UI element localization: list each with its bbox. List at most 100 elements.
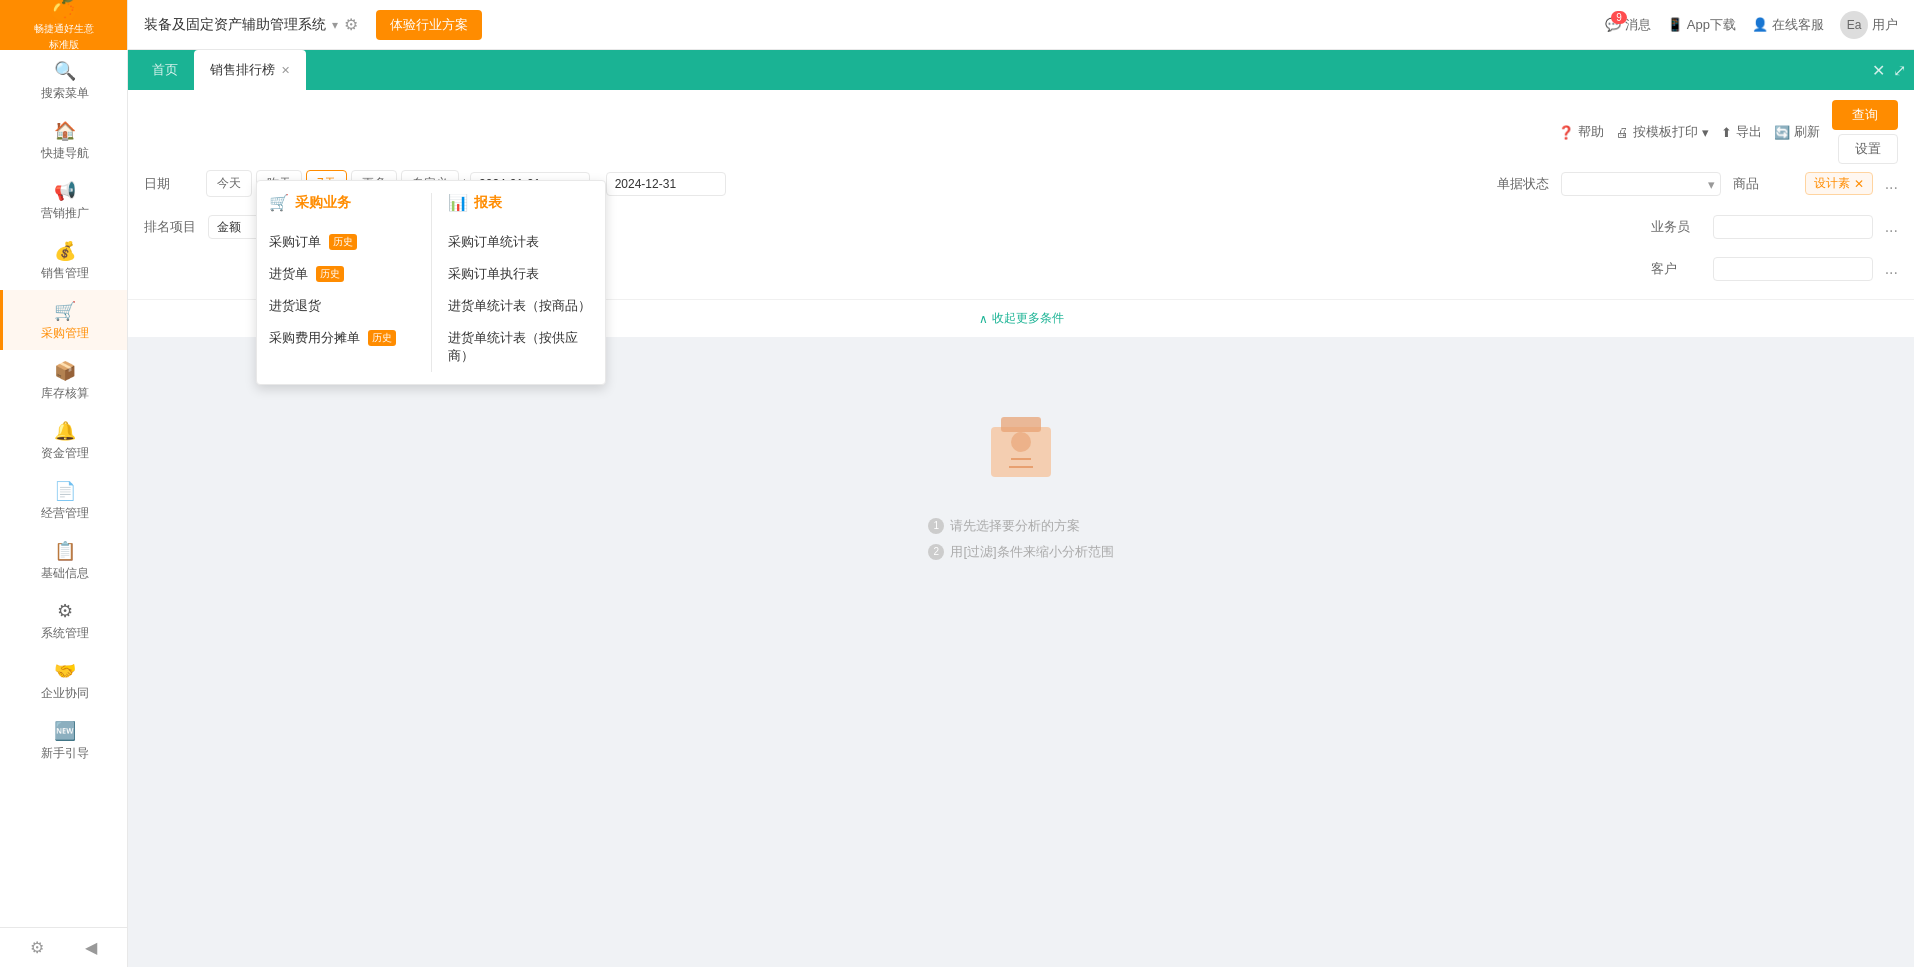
sidebar-settings-btn[interactable]: ⚙ xyxy=(30,938,44,957)
topbar: 装备及固定资产辅助管理系统 ▾ ⚙ 体验行业方案 💬 9 消息 📱 App下载 … xyxy=(128,0,1914,50)
online-service-label: 在线客服 xyxy=(1772,16,1824,34)
help-button[interactable]: ❓ 帮助 xyxy=(1558,123,1604,141)
topbar-gear-icon[interactable]: ⚙ xyxy=(344,15,358,34)
dropdown-item-inbound-by-supplier[interactable]: 进货单统计表（按供应商） xyxy=(448,322,594,372)
sidebar-item-business[interactable]: 📄 经营管理 xyxy=(0,470,127,530)
dropdown-item-expense[interactable]: 采购费用分摊单 历史 xyxy=(269,322,415,354)
customer-input[interactable] xyxy=(1713,257,1873,281)
date-filter-label: 日期 xyxy=(144,175,194,193)
dropdown-item-inbound[interactable]: 进货单 历史 xyxy=(269,258,415,290)
goods-label: 商品 xyxy=(1733,175,1793,193)
hint-num-1: 1 xyxy=(928,518,944,534)
hint-num-2: 2 xyxy=(928,544,944,560)
tabbar-window-btns: ✕ ⤢ xyxy=(1872,61,1906,80)
app-download-label: App下载 xyxy=(1687,16,1736,34)
dropdown-item-purchase-order[interactable]: 采购订单 历史 xyxy=(269,226,415,258)
sidebar-item-marketing[interactable]: 📢 营销推广 xyxy=(0,170,127,230)
trial-button[interactable]: 体验行业方案 xyxy=(376,10,482,40)
dropdown-item-order-stats[interactable]: 采购订单统计表 xyxy=(448,226,594,258)
goods-tag-close-icon[interactable]: ✕ xyxy=(1854,177,1864,191)
tab-sales-rank-label: 销售排行榜 xyxy=(210,61,275,79)
dropdown-item-order-exec[interactable]: 采购订单执行表 xyxy=(448,258,594,290)
maximize-window-icon[interactable]: ⤢ xyxy=(1893,61,1906,80)
customer-label: 客户 xyxy=(1651,260,1701,278)
sidebar-label-business: 经营管理 xyxy=(41,505,89,522)
sidebar-label-marketing: 营销推广 xyxy=(41,205,89,222)
sales-icon: 💰 xyxy=(54,240,76,262)
date-end-input[interactable] xyxy=(606,172,726,196)
empty-illustration xyxy=(971,397,1071,497)
message-badge: 9 xyxy=(1611,11,1627,24)
sidebar-label-system: 系统管理 xyxy=(41,625,89,642)
export-icon: ⬆ xyxy=(1721,125,1732,140)
order-stats-label: 采购订单统计表 xyxy=(448,233,539,251)
dropdown-divider xyxy=(431,193,432,372)
main-area: 装备及固定资产辅助管理系统 ▾ ⚙ 体验行业方案 💬 9 消息 📱 App下载 … xyxy=(128,0,1914,967)
setting-button[interactable]: 设置 xyxy=(1838,134,1898,164)
salesperson-more-dots[interactable]: ... xyxy=(1885,218,1898,236)
sidebar-item-quick-nav[interactable]: 🏠 快捷导航 xyxy=(0,110,127,170)
salesperson-input[interactable] xyxy=(1713,215,1873,239)
sidebar-label-sales: 销售管理 xyxy=(41,265,89,282)
query-button[interactable]: 查询 xyxy=(1832,100,1898,130)
customer-more-dots[interactable]: ... xyxy=(1885,260,1898,278)
sidebar-item-system[interactable]: ⚙ 系统管理 xyxy=(0,590,127,650)
sidebar-bottom: ⚙ ◀ xyxy=(0,927,127,967)
sidebar-item-finance[interactable]: 🔔 资金管理 xyxy=(0,410,127,470)
collapse-button[interactable]: ∧ 收起更多条件 xyxy=(979,304,1064,333)
tabbar: 首页 销售排行榜 ✕ ✕ ⤢ xyxy=(128,50,1914,90)
purchase-icon: 🛒 xyxy=(54,300,76,322)
print-dropdown-icon[interactable]: ▾ xyxy=(1702,125,1709,140)
collapse-label: 收起更多条件 xyxy=(992,310,1064,327)
business-col-title-text: 采购业务 xyxy=(295,194,351,212)
topbar-title-section: 装备及固定资产辅助管理系统 ▾ ⚙ 体验行业方案 xyxy=(144,10,1585,40)
hint-item-2: 2 用[过滤]条件来缩小分析范围 xyxy=(928,539,1113,565)
purchase-dropdown-menu: 🛒 采购业务 采购订单 历史 进货单 历史 进货退货 xyxy=(256,180,606,385)
print-button[interactable]: 🖨 按模板打印 ▾ xyxy=(1616,123,1709,141)
report-col-title-text: 报表 xyxy=(474,194,502,212)
voucher-status-select[interactable] xyxy=(1561,172,1721,196)
sidebar-nav: 🔍 搜索菜单 🏠 快捷导航 📢 营销推广 💰 销售管理 🛒 采购管理 📦 库存核… xyxy=(0,50,127,927)
tab-home[interactable]: 首页 xyxy=(136,50,194,90)
logo-text: 畅捷通好生意 xyxy=(34,22,94,36)
sidebar-item-basic-info[interactable]: 📋 基础信息 xyxy=(0,530,127,590)
collapse-icon: ∧ xyxy=(979,312,988,326)
dropdown-item-return[interactable]: 进货退货 xyxy=(269,290,415,322)
home-icon: 🏠 xyxy=(54,120,76,142)
tab-close-icon[interactable]: ✕ xyxy=(281,64,290,77)
goods-more-dots[interactable]: ... xyxy=(1885,175,1898,193)
user-avatar-button[interactable]: Ea 用户 xyxy=(1840,11,1898,39)
search-icon: 🔍 xyxy=(54,60,76,82)
sidebar-label-basic-info: 基础信息 xyxy=(41,565,89,582)
app-download-button[interactable]: 📱 App下载 xyxy=(1667,16,1736,34)
voucher-status-select-wrap xyxy=(1561,172,1721,196)
message-button[interactable]: 💬 9 消息 xyxy=(1605,16,1651,34)
close-window-icon[interactable]: ✕ xyxy=(1872,61,1885,80)
inbound-label: 进货单 xyxy=(269,265,308,283)
sidebar-item-inventory[interactable]: 📦 库存核算 xyxy=(0,350,127,410)
sidebar-item-cooperation[interactable]: 🤝 企业协同 xyxy=(0,650,127,710)
dropdown-item-inbound-by-goods[interactable]: 进货单统计表（按商品） xyxy=(448,290,594,322)
order-exec-label: 采购订单执行表 xyxy=(448,265,539,283)
sidebar-item-guide[interactable]: 🆕 新手引导 xyxy=(0,710,127,770)
export-button[interactable]: ⬆ 导出 xyxy=(1721,123,1762,141)
guide-icon: 🆕 xyxy=(54,720,76,742)
sidebar-item-sales[interactable]: 💰 销售管理 xyxy=(0,230,127,290)
marketing-icon: 📢 xyxy=(54,180,76,202)
help-label: 帮助 xyxy=(1578,123,1604,141)
print-icon: 🖨 xyxy=(1616,125,1629,140)
date-today-btn[interactable]: 今天 xyxy=(206,170,252,197)
message-badge-wrap: 💬 9 xyxy=(1605,17,1621,32)
hint-item-1: 1 请先选择要分析的方案 xyxy=(928,513,1113,539)
rank-item-label: 排名项目 xyxy=(144,218,196,236)
refresh-button[interactable]: 🔄 刷新 xyxy=(1774,123,1820,141)
help-icon: ❓ xyxy=(1558,125,1574,140)
sidebar-collapse-btn[interactable]: ◀ xyxy=(85,938,97,957)
tab-sales-rank[interactable]: 销售排行榜 ✕ xyxy=(194,50,306,90)
sidebar-item-purchase[interactable]: 🛒 采购管理 xyxy=(0,290,127,350)
online-service-button[interactable]: 👤 在线客服 xyxy=(1752,16,1824,34)
service-icon: 👤 xyxy=(1752,17,1768,32)
sidebar-item-search[interactable]: 🔍 搜索菜单 xyxy=(0,50,127,110)
sidebar-label-quick-nav: 快捷导航 xyxy=(41,145,89,162)
sidebar-label-guide: 新手引导 xyxy=(41,745,89,762)
